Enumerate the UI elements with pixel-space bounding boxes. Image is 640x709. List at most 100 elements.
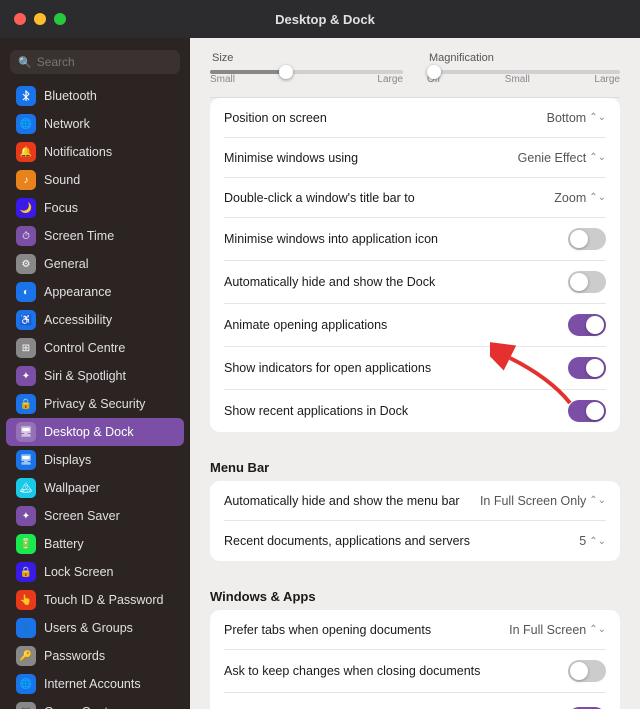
siri-icon: ✦ (16, 366, 36, 386)
sidebar-item-lock-screen[interactable]: 🔒 Lock Screen (6, 558, 184, 586)
content-area: Size Small Large (190, 38, 640, 709)
sidebar-label-general: General (44, 257, 88, 271)
sidebar-item-passwords[interactable]: 🔑 Passwords (6, 642, 184, 670)
sidebar-item-game-center[interactable]: 🎮 Game Center (6, 698, 184, 709)
minimise-icon-toggle[interactable] (568, 228, 606, 250)
sidebar-item-appearance[interactable]: ◐ Appearance (6, 278, 184, 306)
sidebar-label-appearance: Appearance (44, 285, 111, 299)
auto-hide-menubar-value[interactable]: In Full Screen Only ⌃⌄ (480, 494, 606, 508)
magnification-label: Magnification (427, 52, 620, 64)
indicators-toggle[interactable] (568, 357, 606, 379)
sidebar-item-privacy-security[interactable]: 🔒 Privacy & Security (6, 390, 184, 418)
position-label: Position on screen (224, 111, 547, 125)
sidebar-label-privacy: Privacy & Security (44, 397, 145, 411)
recent-toggle[interactable] (568, 400, 606, 422)
sidebar-label-network: Network (44, 117, 90, 131)
sidebar-label-internet-accounts: Internet Accounts (44, 677, 141, 691)
recent-docs-value[interactable]: 5 ⌃⌄ (579, 534, 606, 548)
sidebar-item-displays[interactable]: 🖥 Displays (6, 446, 184, 474)
notifications-icon: 🔔 (16, 142, 36, 162)
setting-row-minimise: Minimise windows using Genie Effect ⌃⌄ (224, 138, 606, 178)
search-input[interactable] (37, 55, 172, 69)
setting-row-position: Position on screen Bottom ⌃⌄ (224, 98, 606, 138)
bluetooth-icon (16, 86, 36, 106)
auto-hide-toggle[interactable] (568, 271, 606, 293)
sidebar-item-wallpaper[interactable]: 🏔 Wallpaper (6, 474, 184, 502)
animate-toggle[interactable] (568, 314, 606, 336)
prefer-tabs-value[interactable]: In Full Screen ⌃⌄ (509, 623, 606, 637)
setting-row-double-click: Double-click a window's title bar to Zoo… (224, 178, 606, 218)
sidebar-item-sound[interactable]: ♪ Sound (6, 166, 184, 194)
minimise-value[interactable]: Genie Effect ⌃⌄ (518, 151, 606, 165)
setting-row-recent: Show recent applications in Dock (224, 390, 606, 432)
sidebar-item-bluetooth[interactable]: Bluetooth (6, 82, 184, 110)
setting-row-minimise-icon: Minimise windows into application icon (224, 218, 606, 261)
sidebar-item-users-groups[interactable]: 👤 Users & Groups (6, 614, 184, 642)
sidebar-item-focus[interactable]: 🌙 Focus (6, 194, 184, 222)
sidebar-item-general[interactable]: ⚙ General (6, 250, 184, 278)
screen-time-icon: ⏱ (16, 226, 36, 246)
windows-apps-header: Windows & Apps (210, 575, 620, 610)
prefer-tabs-label: Prefer tabs when opening documents (224, 623, 509, 637)
animate-label: Animate opening applications (224, 318, 568, 332)
focus-icon: 🌙 (16, 198, 36, 218)
auto-hide-thumb (570, 273, 588, 291)
setting-row-ask-keep: Ask to keep changes when closing documen… (224, 650, 606, 693)
double-click-value[interactable]: Zoom ⌃⌄ (554, 191, 606, 205)
sidebar-label-focus: Focus (44, 201, 78, 215)
size-track[interactable] (210, 70, 403, 74)
screen-saver-icon: ✦ (16, 506, 36, 526)
recent-label: Show recent applications in Dock (224, 404, 568, 418)
recent-docs-stepper-icon: ⌃⌄ (589, 536, 606, 547)
sidebar-label-game-center: Game Center (44, 705, 119, 709)
setting-row-close-windows: Close windows when quitting an applicati… (224, 693, 606, 709)
sidebar-item-siri-spotlight[interactable]: ✦ Siri & Spotlight (6, 362, 184, 390)
displays-icon: 🖥 (16, 450, 36, 470)
auto-hide-label: Automatically hide and show the Dock (224, 275, 568, 289)
sidebar-item-control-centre[interactable]: ⊞ Control Centre (6, 334, 184, 362)
menu-bar-group: Automatically hide and show the menu bar… (210, 481, 620, 561)
main-layout: 🔍 Bluetooth 🌐 Network 🔔 Notification (0, 38, 640, 709)
sidebar-label-battery: Battery (44, 537, 84, 551)
ask-keep-thumb (570, 662, 588, 680)
touch-id-icon: 👆 (16, 590, 36, 610)
sidebar-item-network[interactable]: 🌐 Network (6, 110, 184, 138)
sidebar-label-desktop-dock: Desktop & Dock (44, 425, 134, 439)
setting-row-auto-hide: Automatically hide and show the Dock (224, 261, 606, 304)
ask-keep-label: Ask to keep changes when closing documen… (224, 664, 568, 678)
sidebar-item-internet-accounts[interactable]: 🌐 Internet Accounts (6, 670, 184, 698)
sidebar-label-passwords: Passwords (44, 649, 105, 663)
sidebar-label-lock-screen: Lock Screen (44, 565, 113, 579)
passwords-icon: 🔑 (16, 646, 36, 666)
ask-keep-toggle[interactable] (568, 660, 606, 682)
sidebar-item-screen-time[interactable]: ⏱ Screen Time (6, 222, 184, 250)
users-groups-icon: 👤 (16, 618, 36, 638)
magnification-thumb[interactable] (427, 65, 441, 79)
title-bar: Desktop & Dock (0, 0, 640, 38)
sidebar-label-sound: Sound (44, 173, 80, 187)
sidebar-item-desktop-dock[interactable]: 🖥 Desktop & Dock (6, 418, 184, 446)
size-slider-group: Size Small Large (210, 52, 403, 87)
search-box[interactable]: 🔍 (10, 50, 180, 74)
setting-row-prefer-tabs: Prefer tabs when opening documents In Fu… (224, 610, 606, 650)
sidebar-label-displays: Displays (44, 453, 91, 467)
sidebar-label-screen-saver: Screen Saver (44, 509, 120, 523)
appearance-icon: ◐ (16, 282, 36, 302)
sidebar-label-wallpaper: Wallpaper (44, 481, 100, 495)
sidebar-item-notifications[interactable]: 🔔 Notifications (6, 138, 184, 166)
double-click-label: Double-click a window's title bar to (224, 191, 554, 205)
setting-row-recent-docs: Recent documents, applications and serve… (224, 521, 606, 561)
magnification-track[interactable] (427, 70, 620, 74)
sidebar-label-users-groups: Users & Groups (44, 621, 133, 635)
sidebar-item-accessibility[interactable]: ♿ Accessibility (6, 306, 184, 334)
sidebar-item-battery[interactable]: 🔋 Battery (6, 530, 184, 558)
game-center-icon: 🎮 (16, 702, 36, 709)
auto-hide-menubar-label: Automatically hide and show the menu bar (224, 494, 480, 508)
position-value[interactable]: Bottom ⌃⌄ (547, 111, 606, 125)
sidebar-item-touch-id[interactable]: 👆 Touch ID & Password (6, 586, 184, 614)
sidebar-label-control-centre: Control Centre (44, 341, 125, 355)
sidebar-item-screen-saver[interactable]: ✦ Screen Saver (6, 502, 184, 530)
sound-icon: ♪ (16, 170, 36, 190)
setting-row-auto-hide-menubar: Automatically hide and show the menu bar… (224, 481, 606, 521)
sidebar-label-siri: Siri & Spotlight (44, 369, 126, 383)
